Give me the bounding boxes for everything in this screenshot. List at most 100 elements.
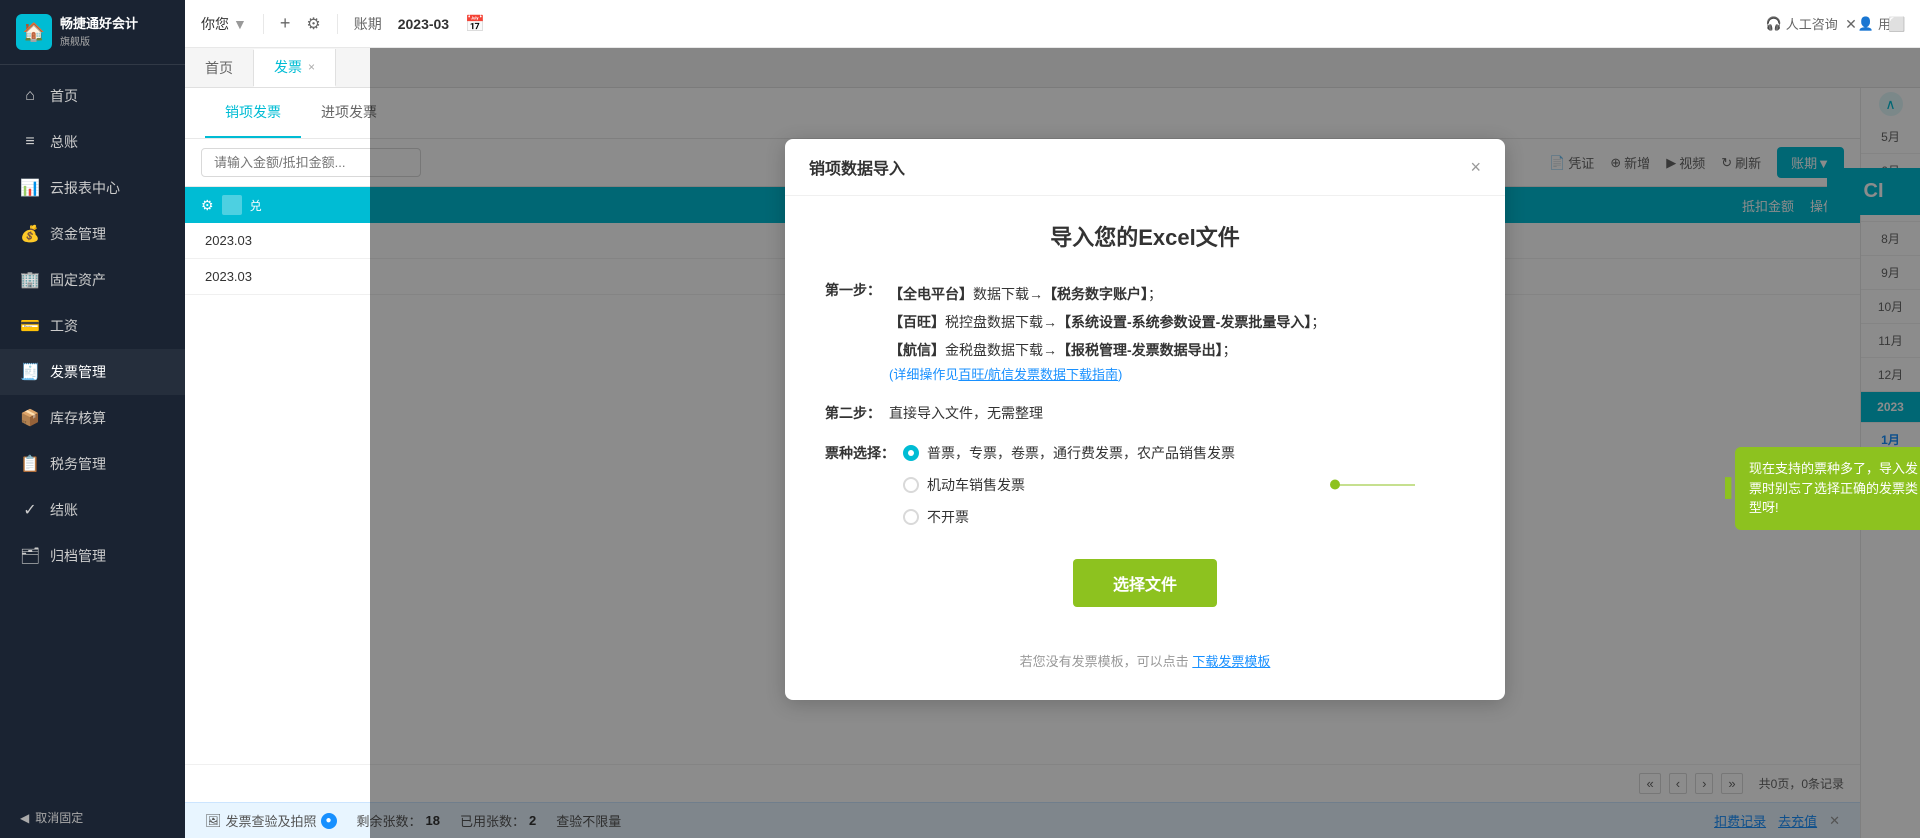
- step1-guide-link[interactable]: (详细操作见百旺/航信发票数据下载指南): [889, 364, 1325, 383]
- sidebar-item-report[interactable]: 📊 云报表中心: [0, 165, 185, 211]
- sidebar-item-tax[interactable]: 📋 税务管理: [0, 441, 185, 487]
- sidebar-label-salary: 工资: [50, 316, 78, 336]
- step1-line1: 【全电平台】数据下载→【税务数字账户】；: [889, 280, 1325, 308]
- radio-none-label: 不开票: [927, 507, 969, 527]
- verify-badge: ●: [321, 813, 337, 829]
- topbar: 你您 ▼ + ⚙ 账期 2023-03 📅 🎧 人工咨询 👤 用友: [185, 0, 1920, 48]
- radio-none-circle: [903, 509, 919, 525]
- import-dialog: 销项数据导入 × 导入您的Excel文件 第一步： 【全电平台】数据下载→【税务…: [785, 139, 1505, 700]
- topbar-divider2: [337, 14, 338, 34]
- main-area: 你您 ▼ + ⚙ 账期 2023-03 📅 🎧 人工咨询 👤 用友: [185, 0, 1920, 838]
- radio-normal-circle: [903, 445, 919, 461]
- radio-motor-label: 机动车销售发票: [927, 475, 1025, 495]
- purchase-invoice-label: 进项发票: [321, 104, 377, 120]
- step1-line2: 【百旺】税控盘数据下载→【系统设置-系统参数设置-发票批量导入】；: [889, 308, 1325, 336]
- sidebar-item-checkout[interactable]: ✓ 结账: [0, 487, 185, 533]
- tooltip-bubble: × 现在支持的票种多了，导入发票时别忘了选择正确的发票类型呀!: [1735, 447, 1920, 530]
- settings-icon[interactable]: ⚙: [306, 14, 320, 34]
- dialog-body: 导入您的Excel文件 第一步： 【全电平台】数据下载→【税务数字账户】； 【百…: [785, 196, 1505, 700]
- radio-normal-dot: [908, 450, 914, 456]
- ledger-icon: ≡: [20, 133, 40, 151]
- dialog-header: 销项数据导入 ×: [785, 139, 1505, 196]
- step2-label: 第二步：: [825, 403, 881, 423]
- home-icon: ⌂: [20, 87, 40, 105]
- sidebar-item-ledger[interactable]: ≡ 总账: [0, 119, 185, 165]
- tab-invoice-close[interactable]: ×: [308, 60, 315, 74]
- sidebar-label-archive: 归档管理: [50, 546, 106, 566]
- dialog-footer: 选择文件: [825, 559, 1465, 635]
- company-selector[interactable]: 你您 ▼: [201, 14, 247, 34]
- tax-icon: 📋: [20, 454, 40, 474]
- sidebar-label-inventory: 库存核算: [50, 408, 106, 428]
- tab-home[interactable]: 首页: [185, 50, 254, 86]
- hint-text: 若您没有发票模板，可以点击: [1020, 654, 1189, 669]
- sidebar-item-salary[interactable]: 💳 工资: [0, 303, 185, 349]
- radio-motor-invoice[interactable]: 机动车销售发票: [903, 475, 1235, 495]
- sales-invoice-label: 销项发票: [225, 104, 281, 120]
- sidebar-label-report: 云报表中心: [50, 178, 120, 198]
- ticket-choice: 票种选择： 普票，专票，卷票，通行费发票，农产品销售发票: [825, 443, 1465, 539]
- radio-motor-circle: [903, 477, 919, 493]
- sidebar-label-home: 首页: [50, 86, 78, 106]
- dialog-hint: 若您没有发票模板，可以点击 下载发票模板: [825, 651, 1465, 670]
- tab-invoice[interactable]: 发票 ×: [254, 49, 336, 87]
- dialog-main-title: 导入您的Excel文件: [825, 220, 1465, 252]
- sidebar-item-assets[interactable]: 🏢 固定资产: [0, 257, 185, 303]
- sidebar-item-home[interactable]: ⌂ 首页: [0, 73, 185, 119]
- assets-icon: 🏢: [20, 270, 40, 290]
- window-controls: ✕ ⬜: [1828, 0, 1920, 48]
- table-select-icon[interactable]: [222, 195, 242, 215]
- invoice-verify-item: 🖼 发票查验及拍照 ●: [205, 811, 337, 830]
- radio-normal-label: 普票，专票，卷票，通行费发票，农产品销售发票: [927, 443, 1235, 463]
- radio-normal-invoice[interactable]: 普票，专票，卷票，通行费发票，农产品销售发票: [903, 443, 1235, 463]
- invoice-verify-label: 发票查验及拍照: [226, 811, 317, 830]
- company-name: 你您: [201, 14, 229, 34]
- tooltip-text: 现在支持的票种多了，导入发票时别忘了选择正确的发票类型呀!: [1749, 461, 1918, 515]
- period-value: 2023-03: [398, 16, 449, 32]
- download-template-link[interactable]: 下载发票模板: [1192, 654, 1270, 669]
- invoice-verify-icon: 🖼: [205, 813, 222, 829]
- report-icon: 📊: [20, 178, 40, 198]
- row-period1: 2023.03: [205, 233, 252, 248]
- salary-icon: 💳: [20, 316, 40, 336]
- tab-home-label: 首页: [205, 58, 233, 78]
- sidebar-label-tax: 税务管理: [50, 454, 106, 474]
- app-edition: 旗舰版: [60, 33, 138, 48]
- table-check-label: 兑: [250, 197, 262, 214]
- dialog-close-button[interactable]: ×: [1470, 158, 1481, 176]
- archive-icon: 🗂: [20, 546, 40, 566]
- sidebar-unpin[interactable]: ◀ 取消固定: [0, 797, 185, 838]
- radio-no-invoice[interactable]: 不开票: [903, 507, 1235, 527]
- sidebar-nav: ⌂ 首页 ≡ 总账 📊 云报表中心 💰 资金管理 🏢 固定资产 💳 工资: [0, 65, 185, 797]
- sidebar-item-archive[interactable]: 🗂 归档管理: [0, 533, 185, 579]
- calendar-icon[interactable]: 📅: [465, 14, 485, 34]
- unpin-label: 取消固定: [35, 809, 83, 826]
- headset-icon: 🎧: [1766, 16, 1782, 32]
- sidebar-label-invoice: 发票管理: [50, 362, 106, 382]
- sidebar-label-ledger: 总账: [50, 132, 78, 152]
- sidebar-label-fund: 资金管理: [50, 224, 106, 244]
- company-dropdown-icon[interactable]: ▼: [233, 16, 247, 32]
- add-button[interactable]: +: [280, 13, 291, 34]
- sidebar: 🏠 畅捷通好会计 旗舰版 ⌂ 首页 ≡ 总账 📊 云报表中心 💰 资金管理: [0, 0, 185, 838]
- dialog-title: 销项数据导入: [809, 155, 905, 179]
- maximize-window-button[interactable]: ⬜: [1874, 4, 1920, 44]
- service-button[interactable]: 🎧 人工咨询: [1766, 14, 1838, 33]
- topbar-divider: [263, 14, 264, 34]
- close-window-button[interactable]: ✕: [1828, 4, 1874, 44]
- tab-sales-invoice[interactable]: 销项发票: [205, 88, 301, 138]
- sidebar-item-invoice[interactable]: 🧾 发票管理: [0, 349, 185, 395]
- select-file-button[interactable]: 选择文件: [1073, 559, 1217, 607]
- app-logo: 🏠 畅捷通好会计 旗舰版: [0, 0, 185, 65]
- checkout-icon: ✓: [20, 500, 40, 520]
- tab-invoice-label: 发票: [274, 57, 302, 77]
- invoice-icon: 🧾: [20, 362, 40, 382]
- sidebar-item-inventory[interactable]: 📦 库存核算: [0, 395, 185, 441]
- fund-icon: 💰: [20, 224, 40, 244]
- ticket-label: 票种选择：: [825, 443, 895, 463]
- sidebar-item-fund[interactable]: 💰 资金管理: [0, 211, 185, 257]
- step1-line3: 【航信】金税盘数据下载→【报税管理-发票数据导出】；: [889, 336, 1325, 364]
- table-gear-icon[interactable]: ⚙: [201, 197, 214, 214]
- app-name: 畅捷通好会计: [60, 16, 138, 33]
- sidebar-label-checkout: 结账: [50, 500, 78, 520]
